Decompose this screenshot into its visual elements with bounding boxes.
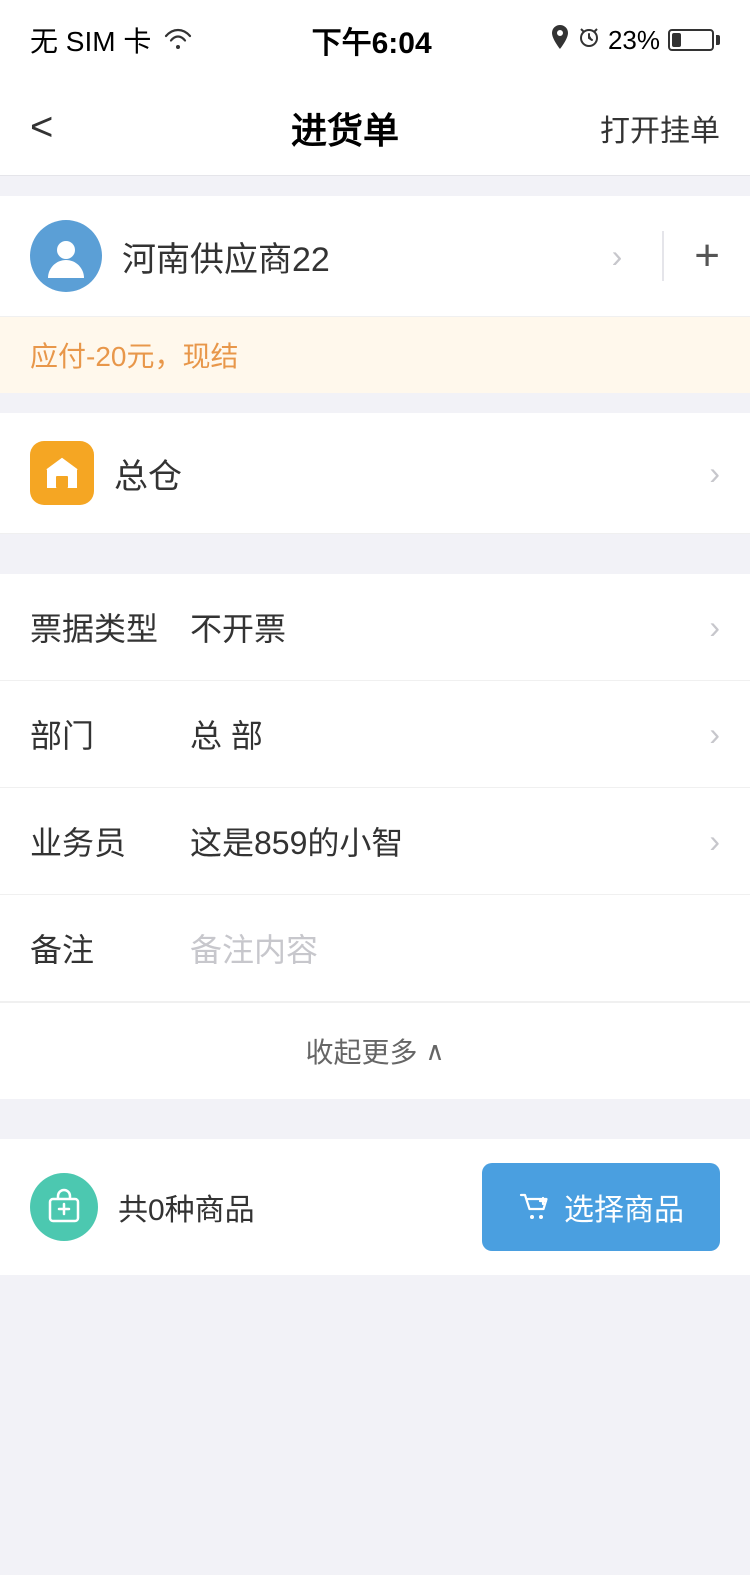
- supplier-divider: [662, 231, 664, 281]
- salesperson-value: 这是859的小智: [190, 818, 709, 864]
- remark-placeholder: 备注内容: [190, 925, 720, 971]
- supplier-avatar: [30, 220, 102, 292]
- cart-add-icon: [518, 1190, 552, 1224]
- supplier-name: 河南供应商22: [122, 232, 612, 281]
- warehouse-section: 总仓 ›: [0, 413, 750, 534]
- add-supplier-button[interactable]: +: [694, 231, 720, 281]
- form-section: 票据类型 不开票 › 部门 总 部 › 业务员 这是859的小智 › 备注 备注…: [0, 574, 750, 1099]
- carrier-label: 无 SIM 卡: [30, 20, 151, 60]
- invoice-type-value: 不开票: [190, 604, 709, 650]
- location-icon: [550, 25, 570, 56]
- background-fill: [0, 1275, 750, 1575]
- open-pending-button[interactable]: 打开挂单: [600, 106, 720, 150]
- alarm-icon: [578, 25, 600, 56]
- remark-label: 备注: [30, 925, 190, 971]
- department-value: 总 部: [190, 711, 709, 757]
- supplier-section: 河南供应商22 › + 应付-20元，现结: [0, 196, 750, 393]
- section-gap-3: [0, 534, 750, 554]
- warehouse-name: 总仓: [114, 449, 709, 498]
- section-gap-4: [0, 1099, 750, 1119]
- department-label: 部门: [30, 711, 190, 757]
- bottom-bar: 共0种商品 选择商品: [0, 1139, 750, 1275]
- section-gap-2: [0, 393, 750, 413]
- salesperson-chevron-icon: ›: [709, 823, 720, 860]
- warehouse-icon-wrap: [30, 441, 94, 505]
- collapse-row[interactable]: 收起更多 ∧: [0, 1002, 750, 1099]
- battery-icon: [668, 29, 720, 51]
- battery-percentage: 23%: [608, 25, 660, 56]
- page-title: 进货单: [291, 102, 399, 154]
- status-bar: 无 SIM 卡 下午6:04 23%: [0, 0, 750, 80]
- invoice-type-label: 票据类型: [30, 604, 190, 650]
- invoice-type-row[interactable]: 票据类型 不开票 ›: [0, 574, 750, 681]
- status-time: 下午6:04: [312, 18, 432, 62]
- status-left: 无 SIM 卡: [30, 20, 193, 60]
- select-goods-label: 选择商品: [564, 1185, 684, 1229]
- collapse-label: 收起更多: [305, 1031, 417, 1071]
- product-count-label: 共0种商品: [118, 1185, 482, 1229]
- department-chevron-icon: ›: [709, 716, 720, 753]
- status-right: 23%: [550, 25, 720, 56]
- section-gap-1: [0, 176, 750, 196]
- notice-text: 应付-20元，现结: [30, 341, 238, 372]
- salesperson-row[interactable]: 业务员 这是859的小智 ›: [0, 788, 750, 895]
- remark-row[interactable]: 备注 备注内容: [0, 895, 750, 1002]
- warehouse-chevron-icon: ›: [709, 455, 720, 492]
- select-goods-button[interactable]: 选择商品: [482, 1163, 720, 1251]
- notice-banner: 应付-20元，现结: [0, 317, 750, 393]
- nav-bar: < 进货单 打开挂单: [0, 80, 750, 176]
- warehouse-row[interactable]: 总仓 ›: [0, 413, 750, 534]
- department-row[interactable]: 部门 总 部 ›: [0, 681, 750, 788]
- back-button[interactable]: <: [30, 105, 90, 150]
- supplier-chevron-icon: ›: [612, 238, 623, 275]
- collapse-arrow-icon: ∧: [425, 1036, 444, 1067]
- invoice-type-chevron-icon: ›: [709, 609, 720, 646]
- supplier-row[interactable]: 河南供应商22 › +: [0, 196, 750, 317]
- product-icon-wrap: [30, 1173, 98, 1241]
- salesperson-label: 业务员: [30, 818, 190, 864]
- wifi-icon: [163, 25, 193, 56]
